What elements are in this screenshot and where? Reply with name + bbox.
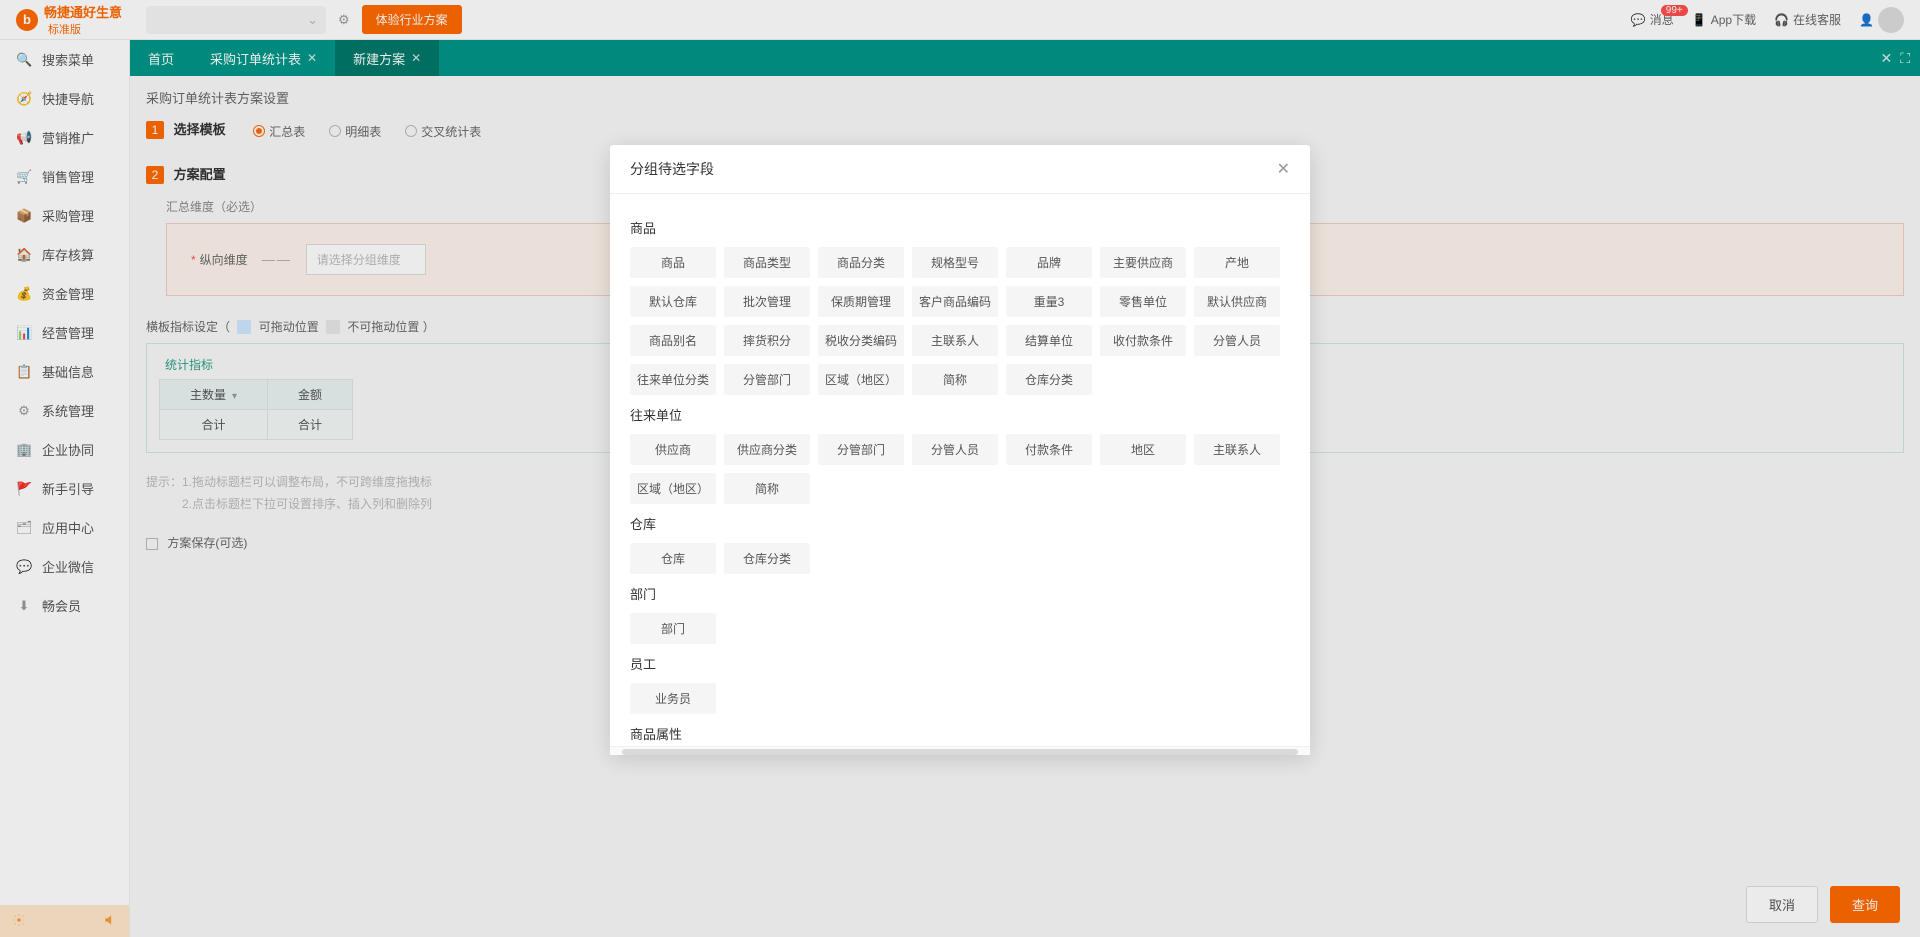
field-chip[interactable]: 重量3 — [1006, 286, 1092, 317]
chip-row: 仓库仓库分类 — [630, 543, 1304, 574]
field-chip[interactable]: 地区 — [1100, 434, 1186, 465]
field-group-title: 往来单位 — [630, 405, 1304, 424]
chip-row: 部门 — [630, 613, 1304, 644]
field-chip[interactable]: 仓库分类 — [724, 543, 810, 574]
field-chip[interactable]: 往来单位分类 — [630, 364, 716, 395]
field-chip[interactable]: 供应商分类 — [724, 434, 810, 465]
field-chip[interactable]: 分管部门 — [724, 364, 810, 395]
field-chip[interactable]: 摔货积分 — [724, 325, 810, 356]
chip-row: 业务员 — [630, 683, 1304, 714]
field-chip[interactable]: 简称 — [912, 364, 998, 395]
field-chip[interactable]: 品牌 — [1006, 247, 1092, 278]
field-chip[interactable]: 零售单位 — [1100, 286, 1186, 317]
field-group-title: 仓库 — [630, 514, 1304, 533]
field-chip[interactable]: 区域（地区） — [818, 364, 904, 395]
field-chip[interactable]: 收付款条件 — [1100, 325, 1186, 356]
field-chip[interactable]: 付款条件 — [1006, 434, 1092, 465]
field-chip[interactable]: 分管部门 — [818, 434, 904, 465]
modal-header: 分组待选字段 ✕ — [610, 145, 1310, 194]
field-chip[interactable]: 产地 — [1194, 247, 1280, 278]
modal-title: 分组待选字段 — [630, 159, 714, 179]
field-chip[interactable]: 结算单位 — [1006, 325, 1092, 356]
field-chip[interactable]: 主联系人 — [912, 325, 998, 356]
field-chip[interactable]: 主联系人 — [1194, 434, 1280, 465]
field-chip[interactable]: 供应商 — [630, 434, 716, 465]
field-chip[interactable]: 简称 — [724, 473, 810, 504]
field-group-title: 部门 — [630, 584, 1304, 603]
field-chip[interactable]: 分管人员 — [1194, 325, 1280, 356]
field-chip[interactable]: 商品 — [630, 247, 716, 278]
field-chip[interactable]: 区域（地区） — [630, 473, 716, 504]
field-chip[interactable]: 税收分类编码 — [818, 325, 904, 356]
field-chip[interactable]: 主要供应商 — [1100, 247, 1186, 278]
field-selector-modal: 分组待选字段 ✕ 商品商品商品类型商品分类规格型号品牌主要供应商产地默认仓库批次… — [610, 145, 1310, 755]
modal-body: 商品商品商品类型商品分类规格型号品牌主要供应商产地默认仓库批次管理保质期管理客户… — [610, 194, 1310, 746]
field-chip[interactable]: 商品分类 — [818, 247, 904, 278]
field-chip[interactable]: 仓库 — [630, 543, 716, 574]
field-chip[interactable]: 商品类型 — [724, 247, 810, 278]
close-icon[interactable]: ✕ — [1277, 159, 1290, 179]
field-chip[interactable]: 保质期管理 — [818, 286, 904, 317]
field-chip[interactable]: 客户商品编码 — [912, 286, 998, 317]
field-group-title: 商品属性 — [630, 724, 1304, 743]
field-chip[interactable]: 分管人员 — [912, 434, 998, 465]
field-group-title: 员工 — [630, 654, 1304, 673]
field-chip[interactable]: 默认供应商 — [1194, 286, 1280, 317]
field-chip[interactable]: 批次管理 — [724, 286, 810, 317]
modal-horizontal-scrollbar[interactable] — [610, 746, 1310, 755]
field-group-title: 商品 — [630, 218, 1304, 237]
field-chip[interactable]: 部门 — [630, 613, 716, 644]
field-chip[interactable]: 规格型号 — [912, 247, 998, 278]
chip-row: 供应商供应商分类分管部门分管人员付款条件地区主联系人区域（地区） 简称 — [630, 434, 1304, 504]
field-chip[interactable]: 业务员 — [630, 683, 716, 714]
field-chip[interactable]: 仓库分类 — [1006, 364, 1092, 395]
field-chip[interactable]: 默认仓库 — [630, 286, 716, 317]
field-chip[interactable]: 商品别名 — [630, 325, 716, 356]
chip-row: 商品商品类型商品分类规格型号品牌主要供应商产地默认仓库批次管理保质期管理客户商品… — [630, 247, 1304, 395]
